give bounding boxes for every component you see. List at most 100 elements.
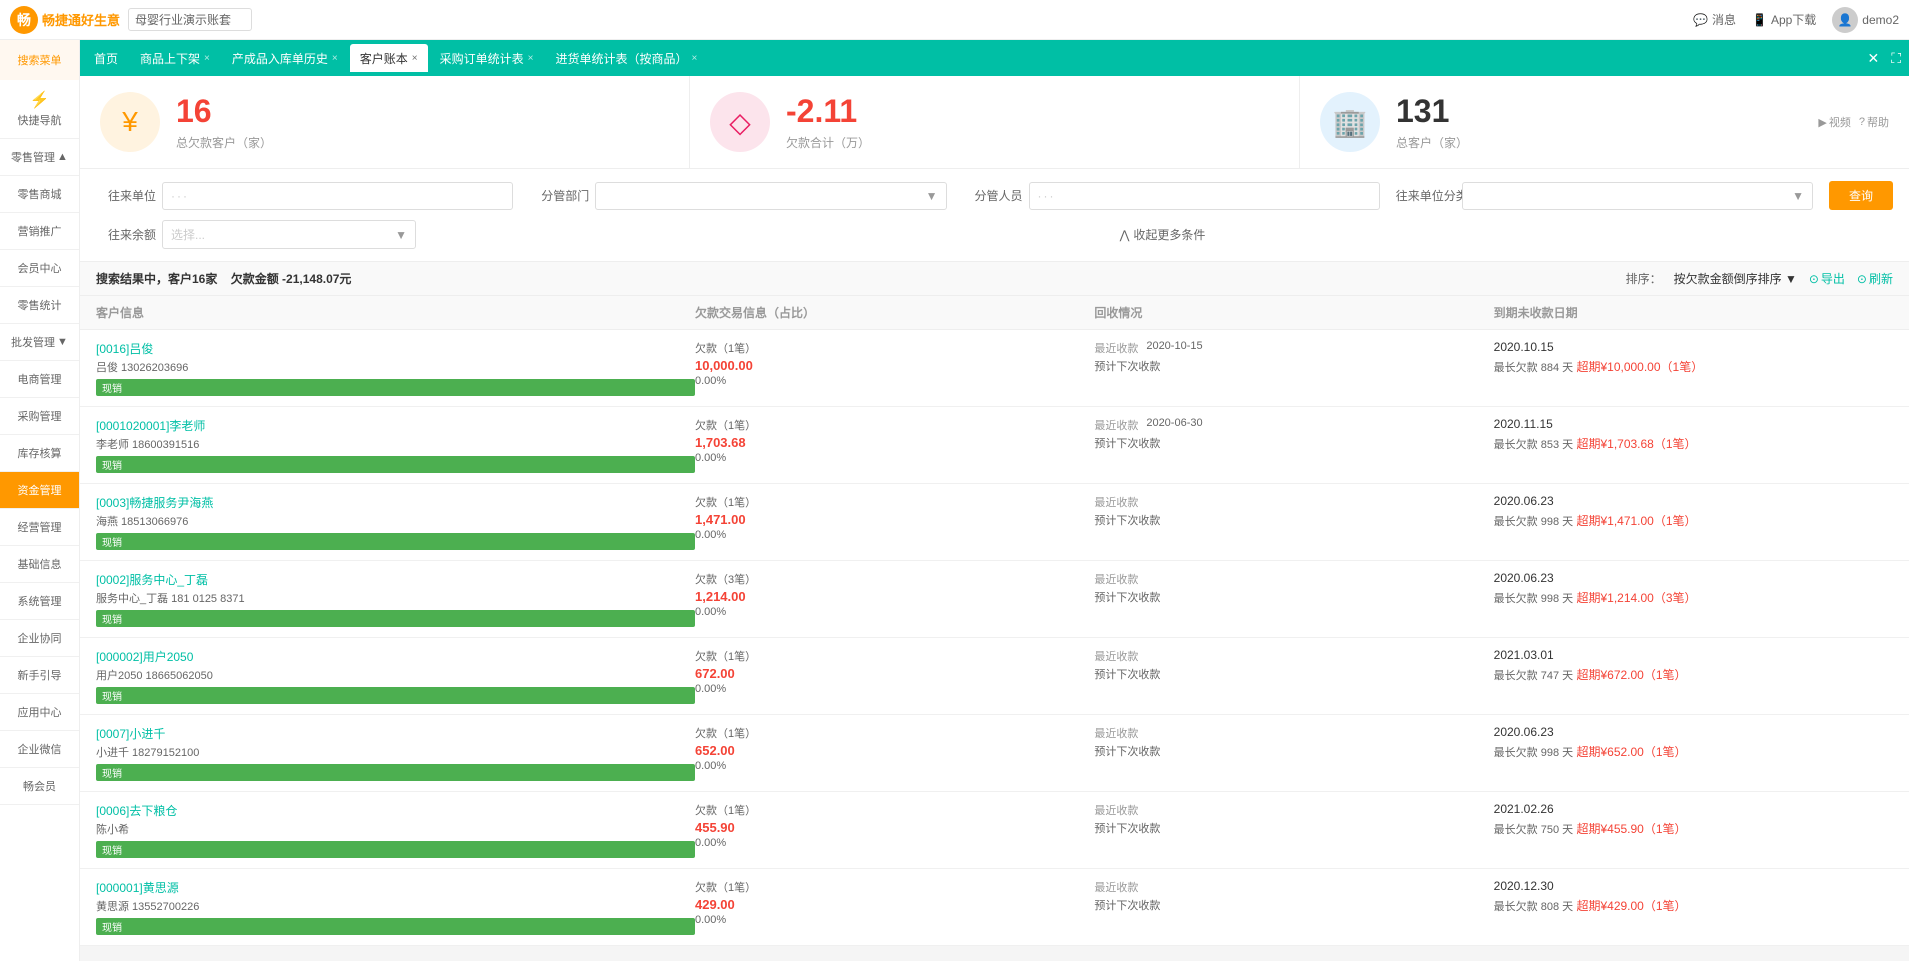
overdue-info: 2020.10.15 最长欠款 884 天 超期¥10,000.00（1笔） xyxy=(1494,340,1893,375)
sidebar-item-retail-stat[interactable]: 零售统计 xyxy=(0,287,79,324)
sidebar-item-batch-mgmt[interactable]: 批发管理 ▼ xyxy=(0,324,79,361)
overdue-info: 2021.02.26 最长欠款 750 天 超期¥455.90（1笔） xyxy=(1494,802,1893,837)
customer-name-link[interactable]: [0002]服务中心_丁磊 xyxy=(96,571,695,588)
total-debt-icon: ◇ xyxy=(710,92,770,152)
last-payment-row: 最近收款 xyxy=(1094,802,1493,818)
tab-product-history[interactable]: 产成品入库单历史 × xyxy=(222,44,348,72)
customer-tag: 现销 xyxy=(96,533,695,550)
tab-close-purchase-order[interactable]: × xyxy=(528,53,534,64)
overdue-link[interactable]: 超期¥652.00（1笔） xyxy=(1576,745,1686,759)
overdue-link[interactable]: 超期¥10,000.00（1笔） xyxy=(1576,360,1703,374)
debt-amount-link[interactable]: 652.00 xyxy=(695,743,1094,758)
sidebar-item-purchase-mgmt[interactable]: 采购管理 xyxy=(0,398,79,435)
debt-amount-link[interactable]: 1,214.00 xyxy=(695,589,1094,604)
debt-percent: 0.00% xyxy=(695,760,1094,772)
tab-close-product-history[interactable]: × xyxy=(332,53,338,64)
collapse-button[interactable]: ⋀ 收起更多条件 xyxy=(1116,222,1210,247)
tab-close-purchase-stat[interactable]: × xyxy=(691,53,697,64)
sidebar-item-new-guide[interactable]: 新手引导 xyxy=(0,657,79,694)
logo-text: 畅捷通好生意 xyxy=(42,10,120,29)
sidebar-item-retail-mgmt[interactable]: 零售管理 ▲ xyxy=(0,139,79,176)
sidebar-item-marketing[interactable]: 营销推广 xyxy=(0,213,79,250)
next-payment-label: 预计下次收款 xyxy=(1094,897,1160,913)
tab-products-offline[interactable]: 商品上下架 × xyxy=(130,44,220,72)
message-button[interactable]: 💬 消息 xyxy=(1693,11,1736,28)
debt-amount-link[interactable]: 10,000.00 xyxy=(695,358,1094,373)
search-button[interactable]: 查询 xyxy=(1829,181,1893,210)
company-select[interactable]: 母婴行业演示账套 xyxy=(128,8,252,31)
search-menu-button[interactable]: 搜索菜单 xyxy=(6,48,73,72)
debt-amount-link[interactable]: 455.90 xyxy=(695,820,1094,835)
customer-phone: 黄思源 13552700226 xyxy=(96,898,695,914)
last-payment-label: 最近收款 xyxy=(1094,417,1138,433)
export-button[interactable]: ⊙ 导出 xyxy=(1809,270,1845,287)
sidebar-search[interactable]: 搜索菜单 xyxy=(0,40,79,80)
unit-category-select[interactable]: ▼ xyxy=(1462,182,1813,210)
sidebar-item-inventory[interactable]: 库存核算 xyxy=(0,435,79,472)
sidebar-item-vip[interactable]: 畅会员 xyxy=(0,768,79,805)
overdue-link[interactable]: 超期¥1,471.00（1笔） xyxy=(1576,514,1696,528)
tab-close-products-offline[interactable]: × xyxy=(204,53,210,64)
debt-amount-link[interactable]: 672.00 xyxy=(695,666,1094,681)
sidebar-item-enterprise[interactable]: 企业协同 xyxy=(0,620,79,657)
overdue-link[interactable]: 超期¥429.00（1笔） xyxy=(1576,899,1686,913)
overdue-link[interactable]: 超期¥1,703.68（1笔） xyxy=(1576,437,1696,451)
next-payment-label: 预计下次收款 xyxy=(1094,435,1160,451)
sidebar-item-basic-info[interactable]: 基础信息 xyxy=(0,546,79,583)
dept-arrow-icon: ▼ xyxy=(926,189,938,203)
overdue-link[interactable]: 超期¥672.00（1笔） xyxy=(1576,668,1686,682)
expand-button[interactable]: ⛶ xyxy=(1887,48,1905,69)
sidebar-item-retail-store[interactable]: 零售商城 xyxy=(0,176,79,213)
customer-tag: 现销 xyxy=(96,456,695,473)
sidebar-item-operations[interactable]: 经营管理 xyxy=(0,509,79,546)
debt-amount-link[interactable]: 1,471.00 xyxy=(695,512,1094,527)
balance-select[interactable]: 选择... ▼ xyxy=(162,220,416,249)
customer-name-link[interactable]: [0006]去下粮仓 xyxy=(96,802,695,819)
customer-phone: 吕俊 13026203696 xyxy=(96,359,695,375)
tab-purchase-order[interactable]: 采购订单统计表 × xyxy=(430,44,544,72)
recovery-info: 最近收款 预计下次收款 xyxy=(1094,571,1493,605)
customer-name-link[interactable]: [0016]吕俊 xyxy=(96,340,695,357)
arrow-down-icon: ▼ xyxy=(57,336,68,348)
customer-name-link[interactable]: [0001020001]李老师 xyxy=(96,417,695,434)
refresh-button[interactable]: ⊙ 刷新 xyxy=(1857,270,1893,287)
sidebar-item-member[interactable]: 会员中心 xyxy=(0,250,79,287)
help-button[interactable]: ? 帮助 xyxy=(1859,114,1889,130)
sidebar-item-capital[interactable]: 资金管理 xyxy=(0,472,79,509)
overdue-date: 2020.06.23 xyxy=(1494,725,1893,739)
result-info: 搜索结果中，客户16家 欠款金额 -21,148.07元 xyxy=(96,270,351,287)
customer-name-link[interactable]: [0003]畅捷服务尹海燕 xyxy=(96,494,695,511)
overdue-link[interactable]: 超期¥1,214.00（3笔） xyxy=(1576,591,1696,605)
summary-card-debt-customers: ¥ 16 总欠款客户（家） xyxy=(80,76,690,168)
customer-name-link[interactable]: [000001]黄思源 xyxy=(96,879,695,896)
sidebar-item-app-center[interactable]: 应用中心 xyxy=(0,694,79,731)
close-all-tabs-button[interactable]: ✕ xyxy=(1863,48,1883,69)
customer-name-link[interactable]: [000002]用户2050 xyxy=(96,648,695,665)
top-bar: 畅 畅捷通好生意 母婴行业演示账套 💬 消息 📱 App下载 👤 demo2 xyxy=(0,0,1909,40)
sidebar-item-ecommerce[interactable]: 电商管理 xyxy=(0,361,79,398)
customer-name-link[interactable]: [0007]小进千 xyxy=(96,725,695,742)
sidebar-item-quick-nav[interactable]: ⚡ 快捷导航 xyxy=(0,80,79,139)
customer-info: [0007]小进千 小进千 18279152100 现销 xyxy=(96,725,695,781)
source-unit-input[interactable]: ··· xyxy=(162,182,513,210)
tab-home[interactable]: 首页 xyxy=(84,44,128,72)
sidebar-item-enterprise-wx[interactable]: 企业微信 xyxy=(0,731,79,768)
sidebar-item-system[interactable]: 系统管理 xyxy=(0,583,79,620)
tab-close-customer-account[interactable]: × xyxy=(412,53,418,64)
dept-select[interactable]: ▼ xyxy=(595,182,946,210)
overdue-info: 2020.12.30 最长欠款 808 天 超期¥429.00（1笔） xyxy=(1494,879,1893,914)
customer-info: [000002]用户2050 用户2050 18665062050 现销 xyxy=(96,648,695,704)
overdue-info: 2020.06.23 最长欠款 998 天 超期¥1,214.00（3笔） xyxy=(1494,571,1893,606)
debt-amount-link[interactable]: 429.00 xyxy=(695,897,1094,912)
source-unit-group: 往来单位 ··· xyxy=(96,182,513,210)
video-button[interactable]: ▶ 视频 xyxy=(1818,114,1850,130)
overdue-link[interactable]: 超期¥455.90（1笔） xyxy=(1576,822,1686,836)
app-download-button[interactable]: 📱 App下载 xyxy=(1752,11,1816,28)
user-menu[interactable]: 👤 demo2 xyxy=(1832,7,1899,33)
tab-customer-account[interactable]: 客户账本 × xyxy=(350,44,428,72)
sort-select[interactable]: 按欠款金额倒序排序 ▼ xyxy=(1674,270,1797,287)
collapse-area: ⋀ 收起更多条件 xyxy=(432,222,1893,247)
person-input[interactable]: ··· xyxy=(1029,182,1380,210)
tab-purchase-stat[interactable]: 进货单统计表（按商品） × xyxy=(545,44,707,72)
debt-amount-link[interactable]: 1,703.68 xyxy=(695,435,1094,450)
